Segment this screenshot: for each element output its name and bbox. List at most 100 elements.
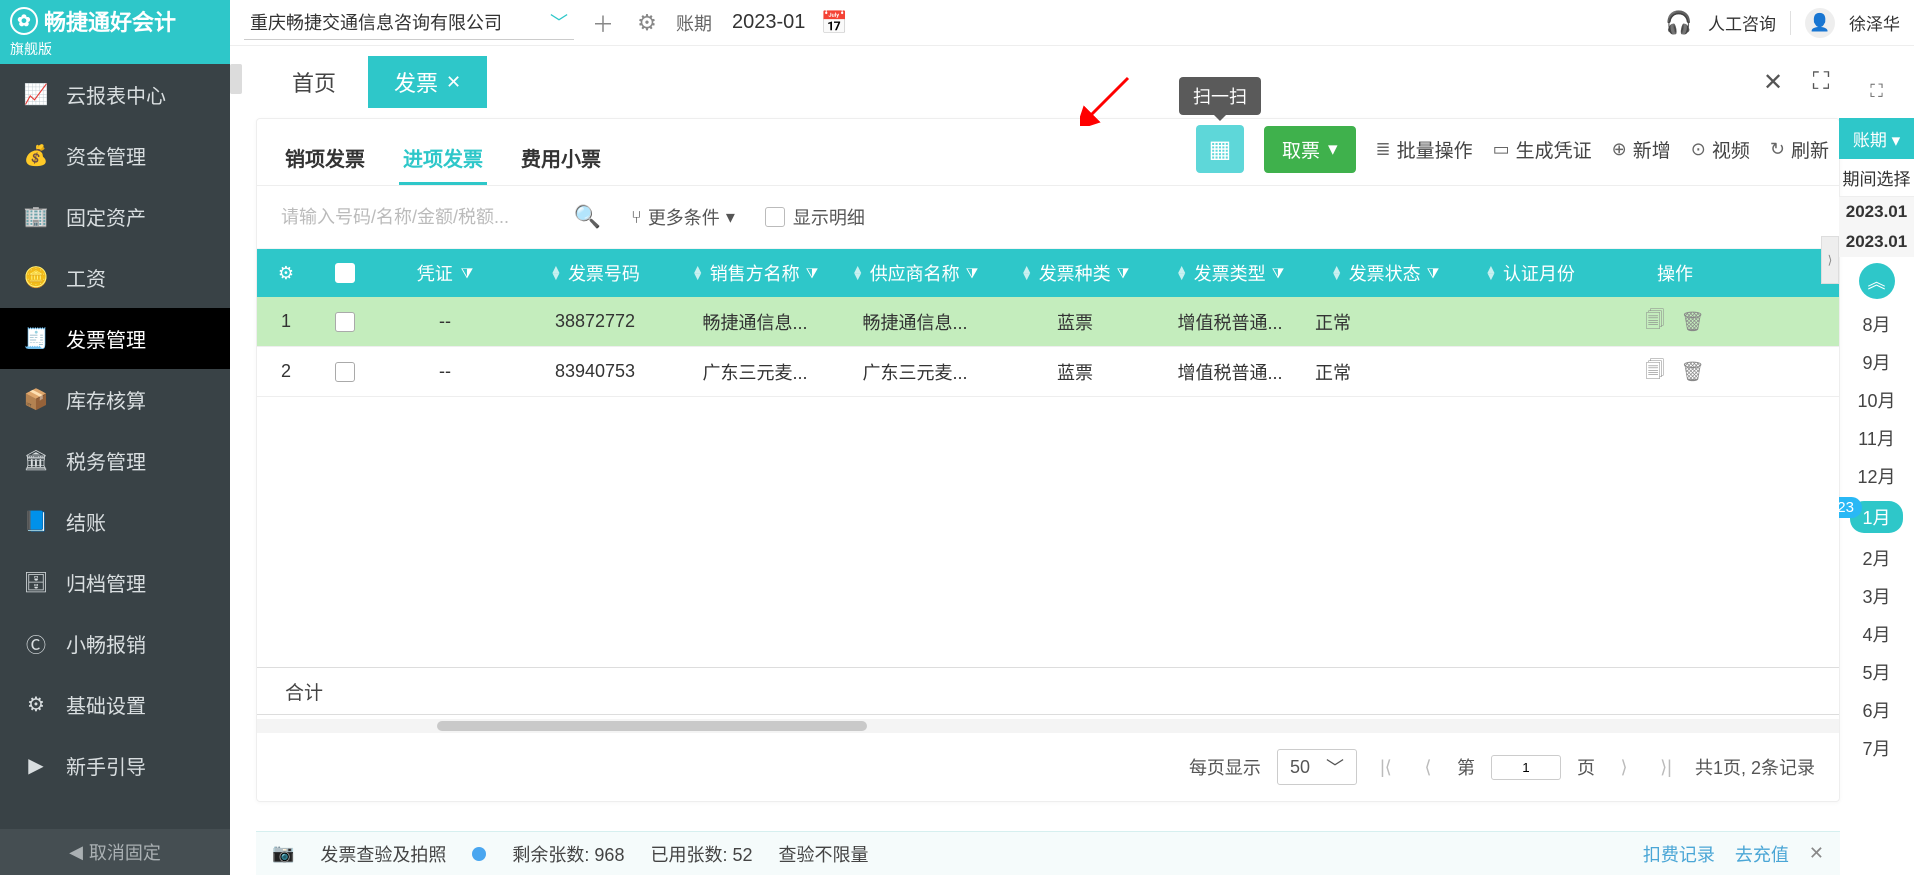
year-badge: 2023 <box>1839 497 1862 518</box>
view-icon[interactable]: 🗐 <box>1645 306 1664 338</box>
month-item[interactable]: 6月 <box>1839 691 1914 729</box>
recharge-link[interactable]: 去充值 <box>1735 841 1789 867</box>
inner-tabs: 销项发票 进项发票 费用小票 扫一扫 ▦ 取票▾ ≣批量操作 ▭生成凭证 ⊕新增… <box>257 119 1839 186</box>
batch-button[interactable]: ≣批量操作 <box>1376 136 1473 163</box>
month-item[interactable]: 9月 <box>1839 343 1914 381</box>
add-button[interactable]: ⊕新增 <box>1612 136 1671 163</box>
refresh-button[interactable]: ↻刷新 <box>1770 136 1829 163</box>
month-item[interactable]: 4月 <box>1839 615 1914 653</box>
month-item[interactable]: 8月 <box>1839 305 1914 343</box>
month-item[interactable]: 10月 <box>1839 381 1914 419</box>
table-row[interactable]: 1 -- 38872772 畅捷通信息... 畅捷通信息... 蓝票 增值税普通… <box>257 297 1839 347</box>
col-number[interactable]: ▲▼发票号码 <box>515 260 675 286</box>
sort-icon: ▲▼ <box>692 266 704 280</box>
page-input[interactable] <box>1491 755 1561 780</box>
last-page-icon[interactable]: ⟩| <box>1653 757 1679 778</box>
sidebar-item-label: 工资 <box>66 263 106 292</box>
sort-icon: ▲▼ <box>1021 266 1033 280</box>
search-input[interactable] <box>281 207 574 228</box>
close-all-icon[interactable]: ✕ <box>1758 67 1788 97</box>
inner-tab-fee[interactable]: 费用小票 <box>517 133 605 185</box>
sidebar-unpin[interactable]: ◀取消固定 <box>0 829 230 875</box>
month-item[interactable]: 2月 <box>1839 539 1914 577</box>
dock-collapse-handle[interactable]: ⟩ <box>1821 236 1839 284</box>
col-voucher[interactable]: 凭证⧩ <box>375 260 515 286</box>
delete-icon[interactable]: 🗑 <box>1680 360 1704 384</box>
sidebar-item-invoice[interactable]: 🧾发票管理 <box>0 308 230 369</box>
sidebar-item-settings[interactable]: ⚙基础设置 <box>0 674 230 735</box>
period-value: 2023-01 <box>732 11 805 34</box>
col-label: 销售方名称 <box>710 260 800 286</box>
voucher-button[interactable]: ▭生成凭证 <box>1493 136 1592 163</box>
horizontal-scrollbar[interactable] <box>257 719 1839 733</box>
sidebar-item-funds[interactable]: 💰资金管理 <box>0 125 230 186</box>
first-page-icon[interactable]: |⟨ <box>1373 757 1399 778</box>
period-year-end[interactable]: 2023.01 <box>1839 227 1914 257</box>
row-checkbox[interactable] <box>335 362 355 382</box>
plus-icon[interactable]: ＋ <box>588 8 618 38</box>
delete-icon[interactable]: 🗑 <box>1680 310 1704 334</box>
sidebar-item-salary[interactable]: 🪙工资 <box>0 247 230 308</box>
col-op: 操作 <box>1595 260 1755 286</box>
total-label: 合计 <box>285 678 323 705</box>
col-status[interactable]: ▲▼发票状态⧩ <box>1305 260 1465 286</box>
inner-tab-purchase[interactable]: 进项发票 <box>399 133 487 185</box>
prev-page-icon[interactable]: ⟨ <box>1415 757 1441 778</box>
headset-icon[interactable]: 🎧 <box>1664 8 1694 38</box>
sidebar-item-close[interactable]: 📘结账 <box>0 491 230 552</box>
sidebar-item-assets[interactable]: 🏢固定资产 <box>0 186 230 247</box>
col-label: 发票状态 <box>1349 260 1421 286</box>
calendar-icon[interactable]: 📅 <box>819 8 849 38</box>
view-icon[interactable]: 🗐 <box>1645 356 1664 388</box>
month-item[interactable]: 12月 <box>1839 457 1914 495</box>
avatar-icon[interactable]: 👤 <box>1805 8 1835 38</box>
search-icon[interactable]: 🔍 <box>574 204 601 230</box>
sidebar-item-reimburse[interactable]: Ⓒ小畅报销 <box>0 613 230 674</box>
period-button[interactable]: 账期 ▾ <box>1839 118 1914 159</box>
close-icon[interactable]: ✕ <box>446 72 461 93</box>
scan-qr-button[interactable]: ▦ <box>1196 125 1244 173</box>
col-supplier[interactable]: ▲▼供应商名称⧩ <box>835 260 995 286</box>
month-item[interactable]: 11月 <box>1839 419 1914 457</box>
fullscreen-icon[interactable]: ⛶ <box>1806 67 1836 97</box>
scrollbar-thumb[interactable] <box>437 721 867 731</box>
tab-home[interactable]: 首页 <box>266 56 362 108</box>
chevron-down-icon: ﹀ <box>550 9 568 35</box>
sidebar-item-archive[interactable]: 🗄归档管理 <box>0 552 230 613</box>
col-kind[interactable]: ▲▼发票种类⧩ <box>995 260 1155 286</box>
gear-icon[interactable]: ⚙ <box>632 8 662 38</box>
month-item[interactable]: 5月 <box>1839 653 1914 691</box>
more-conditions[interactable]: ⑂更多条件▾ <box>631 204 735 230</box>
show-detail-toggle[interactable]: 显示明细 <box>765 204 865 230</box>
next-page-icon[interactable]: ⟩ <box>1611 757 1637 778</box>
per-page-select[interactable]: 50﹀ <box>1277 749 1357 785</box>
info-icon[interactable] <box>472 847 486 861</box>
sidebar-item-tax[interactable]: 🏛税务管理 <box>0 430 230 491</box>
inner-tab-sales[interactable]: 销项发票 <box>281 133 369 185</box>
pick-invoice-button[interactable]: 取票▾ <box>1264 126 1356 173</box>
table-row[interactable]: 2 -- 83940753 广东三元麦... 广东三元麦... 蓝票 增值税普通… <box>257 347 1839 397</box>
period-year-start[interactable]: 2023.01 <box>1839 197 1914 227</box>
sidebar-item-reports[interactable]: 📈云报表中心 <box>0 64 230 125</box>
sidebar-scrollbar[interactable] <box>230 64 242 94</box>
video-button[interactable]: ⊙视频 <box>1691 136 1750 163</box>
company-dropdown[interactable]: 重庆畅捷交通信息咨询有限公司 ﹀ <box>244 5 574 40</box>
scroll-up-icon[interactable]: ︽ <box>1859 263 1895 299</box>
gear-icon[interactable]: ⚙ <box>278 263 294 284</box>
month-item-selected[interactable]: 2023 1月 <box>1839 495 1914 539</box>
sidebar-item-inventory[interactable]: 📦库存核算 <box>0 369 230 430</box>
select-all-checkbox[interactable] <box>335 263 355 283</box>
month-item[interactable]: 3月 <box>1839 577 1914 615</box>
close-icon[interactable]: ✕ <box>1809 843 1824 864</box>
tab-invoice[interactable]: 发票 ✕ <box>368 56 487 108</box>
user-name[interactable]: 徐泽华 <box>1849 10 1900 35</box>
support-link[interactable]: 人工咨询 <box>1708 10 1776 35</box>
col-seller[interactable]: ▲▼销售方名称⧩ <box>675 260 835 286</box>
col-month[interactable]: ▲▼认证月份 <box>1465 260 1595 286</box>
sidebar-item-guide[interactable]: ▶新手引导 <box>0 735 230 796</box>
row-checkbox[interactable] <box>335 312 355 332</box>
fullscreen-icon[interactable]: ⛶ <box>1858 72 1896 110</box>
fee-record-link[interactable]: 扣费记录 <box>1643 841 1715 867</box>
col-type[interactable]: ▲▼发票类型⧩ <box>1155 260 1305 286</box>
month-item[interactable]: 7月 <box>1839 729 1914 767</box>
